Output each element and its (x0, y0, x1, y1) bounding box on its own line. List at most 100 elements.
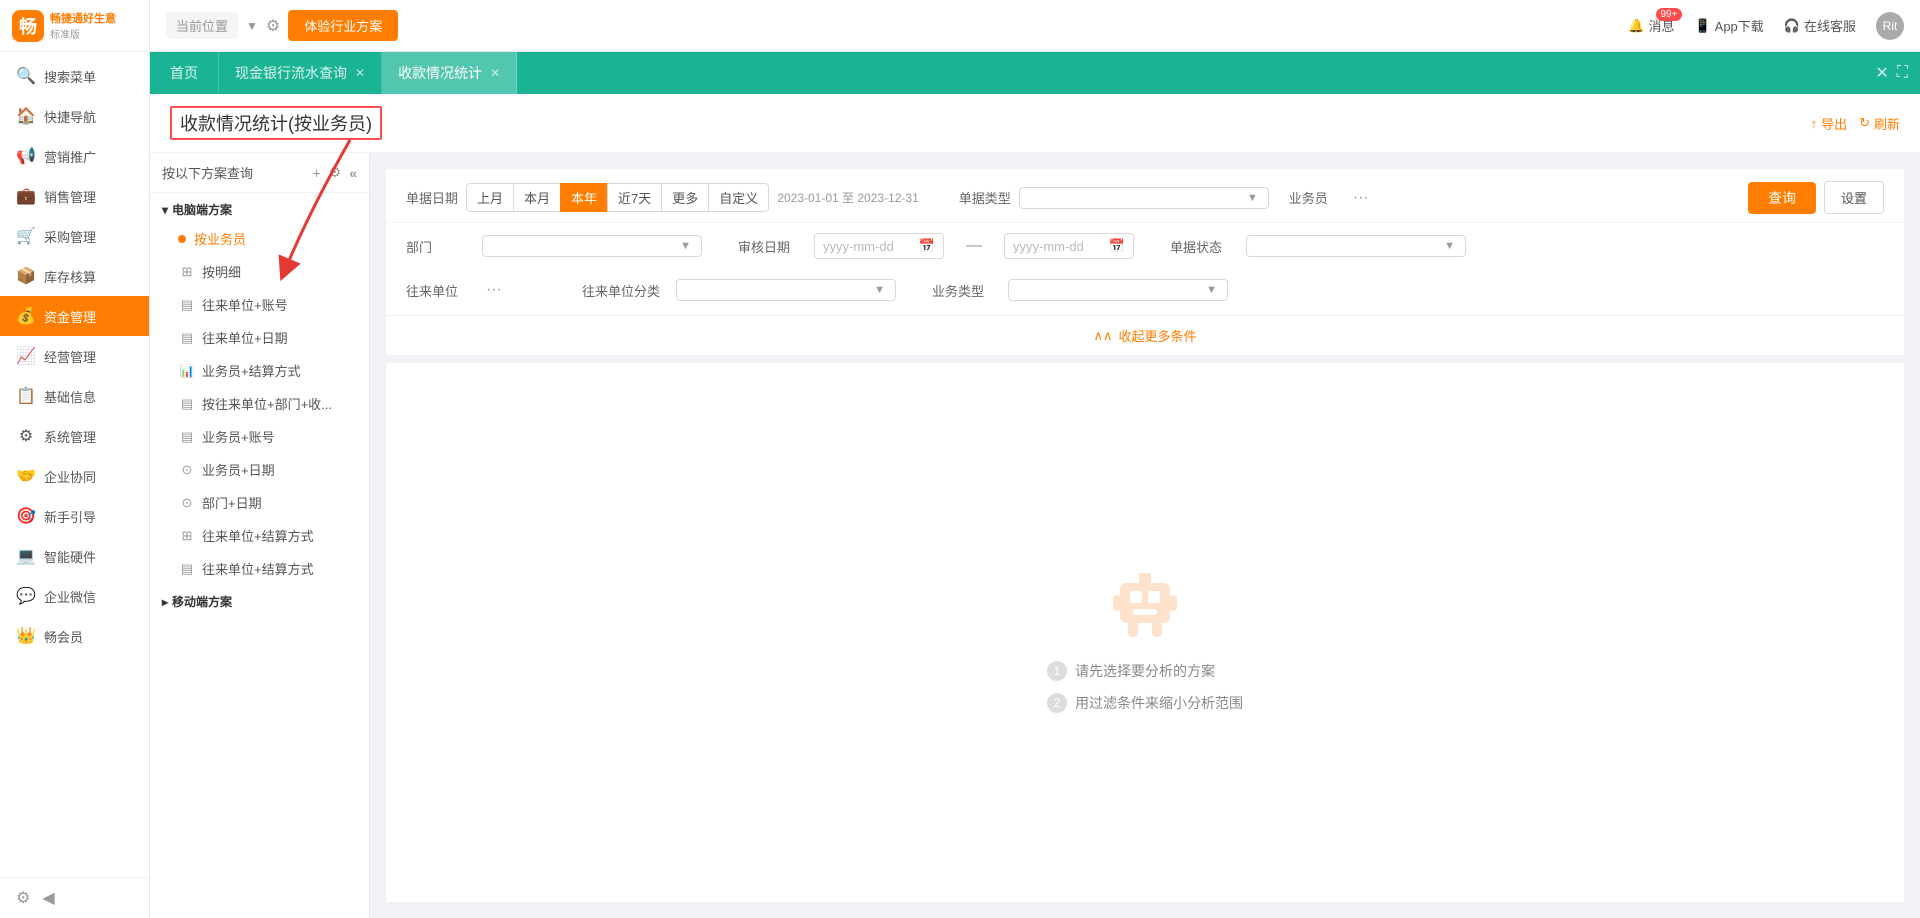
counterpart-cat-chevron: ▼ (874, 284, 885, 296)
date-tab-this-month[interactable]: 本月 (513, 183, 560, 212)
breadcrumb-dropdown-icon[interactable]: ▼ (246, 19, 258, 33)
calendar-icon-from: 📅 (919, 238, 935, 254)
tab-home[interactable]: 首页 (150, 52, 219, 94)
voucher-type-label: 单据类型 (959, 188, 1019, 207)
scheme-add-icon[interactable]: + (312, 165, 320, 181)
logo-text: 畅捷通好生意 标准版 (50, 10, 116, 41)
page-header-actions: ↑ 导出 ↻ 刷新 (1811, 114, 1900, 133)
scheme-item-partner-dept[interactable]: ▤ 按往来单位+部门+收... (150, 387, 369, 420)
sidebar-item-basic-info[interactable]: 📋 基础信息 (0, 376, 149, 416)
sidebar-bottom: ⚙ ◀ (0, 877, 149, 918)
scheme-table-icon-1: ▤ (178, 297, 196, 313)
counterpart-dots-icon[interactable]: ··· (486, 281, 502, 299)
sidebar-item-hardware[interactable]: 💻 智能硬件 (0, 536, 149, 576)
basic-info-icon: 📋 (16, 386, 36, 406)
sidebar-item-guide[interactable]: 🎯 新手引导 (0, 496, 149, 536)
scheme-mobile-arrow[interactable]: ▸ (162, 595, 168, 609)
sidebar-item-sales[interactable]: 💼 销售管理 (0, 176, 149, 216)
scheme-item-detail[interactable]: ⊞ 按明细 (150, 255, 369, 288)
sidebar-item-marketing[interactable]: 📢 营销推广 (0, 136, 149, 176)
sidebar-item-inventory[interactable]: 📦 库存核算 (0, 256, 149, 296)
settings-bottom-icon[interactable]: ⚙ (16, 888, 30, 908)
tab-collection-stat[interactable]: 收款情况统计 ✕ (382, 52, 517, 94)
export-button[interactable]: ↑ 导出 (1811, 114, 1848, 133)
scheme-gear-icon[interactable]: ⚙ (329, 164, 342, 181)
sidebar-item-system[interactable]: ⚙ 系统管理 (0, 416, 149, 456)
date-tab-7days[interactable]: 近7天 (607, 183, 661, 212)
user-avatar[interactable]: Rit (1876, 12, 1904, 40)
voucher-status-select[interactable]: ▼ (1246, 235, 1466, 257)
dept-chevron: ▼ (680, 240, 691, 252)
scheme-item-partner-settlement-1[interactable]: ⊞ 往来单位+结算方式 (150, 519, 369, 552)
review-date-from[interactable]: yyyy-mm-dd 📅 (814, 233, 944, 259)
biz-type-select[interactable]: ▼ (1008, 279, 1228, 301)
trial-button[interactable]: 体验行业方案 (288, 10, 398, 41)
voucher-type-select[interactable]: ▼ (1019, 187, 1269, 209)
weixin-icon: 💬 (16, 586, 36, 606)
tab-close-collection-stat[interactable]: ✕ (490, 66, 500, 80)
date-range-text: 2023-01-01 至 2023-12-31 (777, 189, 918, 206)
date-tab-more[interactable]: 更多 (661, 183, 708, 212)
scheme-collapse-icon[interactable]: « (349, 165, 357, 181)
voucher-status-chevron: ▼ (1444, 240, 1455, 252)
date-tab-last-month[interactable]: 上月 (466, 183, 513, 212)
date-dash: — (966, 237, 982, 255)
calendar-icon-to: 📅 (1109, 238, 1125, 254)
scheme-item-salesman-settlement[interactable]: 📊 业务员+结算方式 (150, 354, 369, 387)
sidebar-nav: 🔍 搜索菜单 🏠 快捷导航 📢 营销推广 💼 销售管理 🛒 采购管理 📦 库存核… (0, 52, 149, 877)
scheme-category-arrow[interactable]: ▾ (162, 203, 168, 217)
sidebar-item-search[interactable]: 🔍 搜索菜单 (0, 56, 149, 96)
breadcrumb: 当前位置 (166, 12, 238, 39)
message-button[interactable]: 🔔 消息 99+ (1628, 16, 1674, 35)
sidebar-item-purchase[interactable]: 🛒 采购管理 (0, 216, 149, 256)
filter-row-date: 单据日期 上月 本月 本年 近7天 (386, 169, 1904, 223)
scheme-panel-header: 按以下方案查询 + ⚙ « (150, 153, 369, 193)
sidebar-item-finance[interactable]: 💰 资金管理 (0, 296, 149, 336)
page-wrapper: 收款情况统计(按业务员) ↑ 导出 ↻ 刷新 按以下方案查询 + (150, 94, 1920, 918)
dept-select[interactable]: ▼ (482, 235, 702, 257)
header-gear-icon[interactable]: ⚙ (266, 16, 280, 36)
scheme-item-partner-date[interactable]: ▤ 往来单位+日期 (150, 321, 369, 354)
date-tab-custom[interactable]: 自定义 (708, 183, 769, 212)
scheme-item-partner-account[interactable]: ▤ 往来单位+账号 (150, 288, 369, 321)
operations-icon: 📈 (16, 346, 36, 366)
scheme-item-partner-settlement-2[interactable]: ▤ 往来单位+结算方式 (150, 552, 369, 585)
date-tab-this-year[interactable]: 本年 (560, 183, 607, 212)
sidebar-item-operations[interactable]: 📈 经营管理 (0, 336, 149, 376)
scheme-item-dept-date[interactable]: ⊙ 部门+日期 (150, 486, 369, 519)
tab-close-bank-flow[interactable]: ✕ (355, 66, 365, 80)
biz-type-label: 业务类型 (932, 281, 992, 300)
hardware-icon: 💻 (16, 546, 36, 566)
app-download-button[interactable]: 📱 App下载 (1694, 16, 1763, 35)
scheme-mobile-category: ▸ 移动端方案 (150, 585, 369, 614)
logo-icon: 畅 (12, 10, 44, 42)
counterpart-category-label: 往来单位分类 (582, 281, 660, 300)
dept-label: 部门 (406, 237, 466, 256)
collab-icon: 🤝 (16, 466, 36, 486)
filter-and-content: 按以下方案查询 + ⚙ « ▾ 电脑端方案 按业务员 (150, 153, 1920, 918)
salesman-more-icon[interactable]: ··· (1353, 189, 1369, 207)
counterpart-category-select[interactable]: ▼ (676, 279, 896, 301)
scheme-table-icon-3: ▤ (178, 396, 196, 412)
sidebar-item-member[interactable]: 👑 畅会员 (0, 616, 149, 656)
collapse-filters-button[interactable]: ∧∧ 收起更多条件 (386, 315, 1904, 355)
sidebar-item-quicknav[interactable]: 🏠 快捷导航 (0, 96, 149, 136)
search-icon: 🔍 (16, 66, 36, 86)
header-right: 🔔 消息 99+ 📱 App下载 🎧 在线客服 Rit (1628, 12, 1904, 40)
review-date-to[interactable]: yyyy-mm-dd 📅 (1004, 233, 1134, 259)
scheme-desktop-category: ▾ 电脑端方案 (150, 193, 369, 222)
sidebar-item-weixin[interactable]: 💬 企业微信 (0, 576, 149, 616)
scheme-item-salesman-date[interactable]: ⊙ 业务员+日期 (150, 453, 369, 486)
settings-button[interactable]: 设置 (1824, 181, 1884, 214)
tab-close-all-icon[interactable]: ✕ (1875, 63, 1888, 83)
scheme-item-by-salesman[interactable]: 按业务员 (150, 222, 369, 255)
refresh-button[interactable]: ↻ 刷新 (1859, 114, 1900, 133)
tab-fullscreen-icon[interactable]: ⛶ (1897, 64, 1908, 82)
online-service-button[interactable]: 🎧 在线客服 (1784, 16, 1856, 35)
collapse-sidebar-icon[interactable]: ◀ (42, 888, 54, 908)
app-icon: 📱 (1694, 18, 1710, 34)
tab-bank-flow[interactable]: 现金银行流水查询 ✕ (219, 52, 382, 94)
sidebar-item-collab[interactable]: 🤝 企业协同 (0, 456, 149, 496)
query-button[interactable]: 查询 (1748, 182, 1816, 214)
scheme-item-salesman-account[interactable]: ▤ 业务员+账号 (150, 420, 369, 453)
